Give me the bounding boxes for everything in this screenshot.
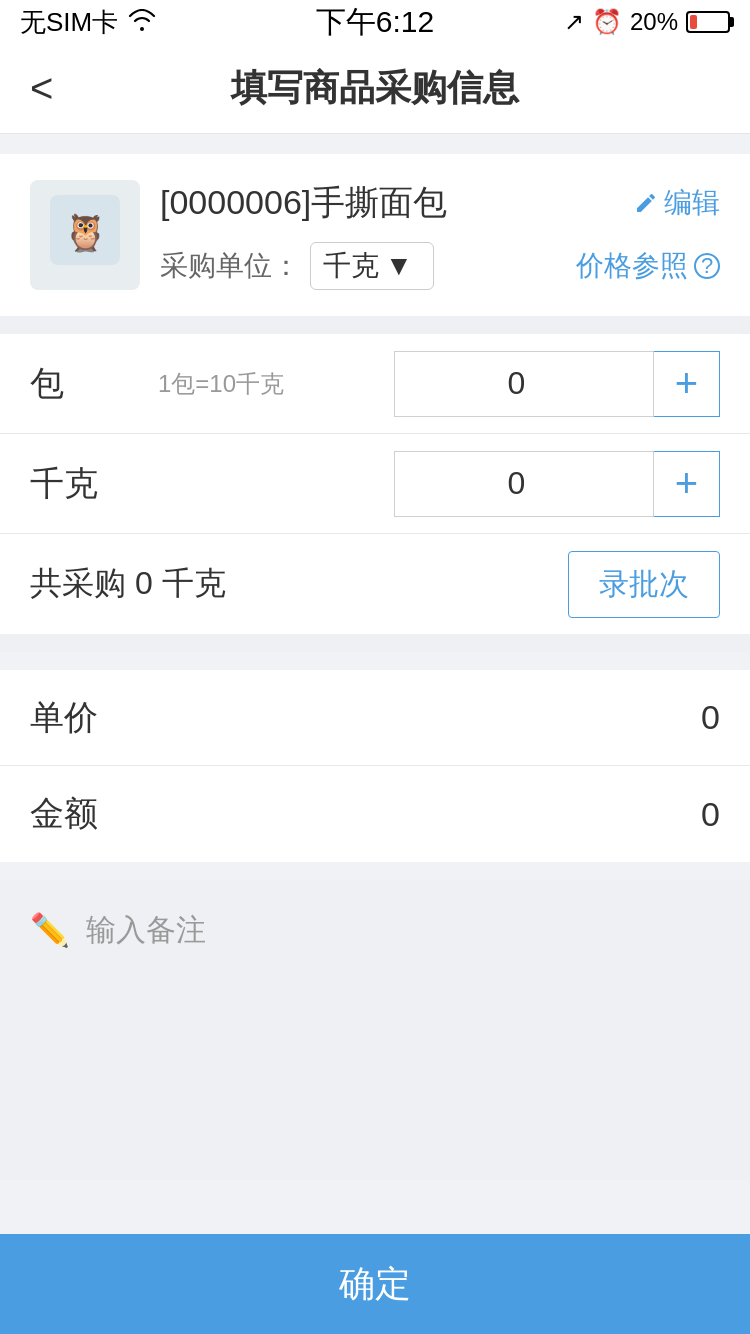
unit-dropdown[interactable]: 千克 ▼	[310, 242, 434, 290]
price-ref-help-icon: ?	[694, 253, 720, 279]
price-ref-label: 价格参照	[576, 247, 688, 285]
notes-placeholder: 输入备注	[86, 910, 206, 951]
bag-input-row: 包 1包=10千克 +	[0, 334, 750, 434]
notes-section[interactable]: ✏️ 输入备注	[0, 880, 750, 980]
status-bar: 无SIM卡 下午6:12 ↗ ⏰ 20%	[0, 0, 750, 44]
edit-icon	[634, 191, 658, 215]
summary-row: 共采购 0 千克 录批次	[0, 534, 750, 634]
back-button[interactable]: <	[30, 56, 73, 121]
summary-text: 共采购 0 千克	[30, 562, 226, 606]
carrier-text: 无SIM卡	[20, 5, 118, 40]
amount-label: 金额	[30, 791, 98, 837]
status-time: 下午6:12	[316, 2, 434, 43]
status-left: 无SIM卡	[20, 5, 156, 40]
unit-price-row: 单价 0	[0, 670, 750, 766]
kg-plus-button[interactable]: +	[654, 451, 720, 517]
unit-value: 千克	[323, 247, 379, 285]
status-right: ↗ ⏰ 20%	[564, 8, 730, 36]
unit-price-label: 单价	[30, 695, 98, 741]
price-section: 单价 0 金额 0	[0, 670, 750, 862]
divider-2	[0, 634, 750, 652]
plus-icon: +	[675, 361, 698, 406]
product-name: [0000006]手撕面包	[160, 180, 447, 226]
bag-input[interactable]	[394, 351, 654, 417]
battery-fill	[690, 15, 697, 29]
nav-bar: < 填写商品采购信息	[0, 44, 750, 134]
page-title: 填写商品采购信息	[231, 64, 519, 113]
pencil-icon: ✏️	[30, 911, 70, 949]
unit-price-value: 0	[701, 698, 720, 737]
battery-icon	[686, 11, 730, 33]
batch-button[interactable]: 录批次	[568, 551, 720, 618]
wifi-icon	[128, 7, 156, 38]
dropdown-arrow-icon: ▼	[385, 250, 413, 282]
product-info: [0000006]手撕面包 编辑 采购单位： 千克 ▼ 价格参照 ?	[160, 180, 720, 290]
amount-value: 0	[701, 795, 720, 834]
kg-plus-icon: +	[675, 461, 698, 506]
edit-button[interactable]: 编辑	[634, 184, 720, 222]
svg-text:🦉: 🦉	[63, 211, 108, 254]
kg-input[interactable]	[394, 451, 654, 517]
purchase-unit-label: 采购单位：	[160, 247, 300, 285]
confirm-label: 确定	[339, 1260, 411, 1309]
kg-input-wrap: +	[150, 451, 720, 517]
divider-1	[0, 316, 750, 334]
product-logo: 🦉	[50, 195, 120, 276]
product-name-row: [0000006]手撕面包 编辑	[160, 180, 720, 226]
amount-row: 金额 0	[0, 766, 750, 862]
confirm-button[interactable]: 确定	[0, 1234, 750, 1334]
product-thumbnail: 🦉	[30, 180, 140, 290]
price-reference-button[interactable]: 价格参照 ?	[576, 247, 720, 285]
product-card: 🦉 [0000006]手撕面包 编辑 采购单位： 千克 ▼ 价格参照	[0, 154, 750, 316]
location-icon: ↗	[564, 8, 584, 36]
kg-input-row: 千克 +	[0, 434, 750, 534]
battery-percentage: 20%	[630, 8, 678, 36]
content-spacer	[0, 980, 750, 1180]
alarm-icon: ⏰	[592, 8, 622, 36]
input-section: 包 1包=10千克 + 千克 +	[0, 334, 750, 534]
edit-label: 编辑	[664, 184, 720, 222]
purchase-unit-row: 采购单位： 千克 ▼ 价格参照 ?	[160, 242, 720, 290]
bag-label: 包	[30, 361, 150, 407]
bag-input-wrap: +	[284, 351, 720, 417]
kg-label: 千克	[30, 461, 150, 507]
bag-sublabel: 1包=10千克	[158, 368, 284, 400]
bag-plus-button[interactable]: +	[654, 351, 720, 417]
